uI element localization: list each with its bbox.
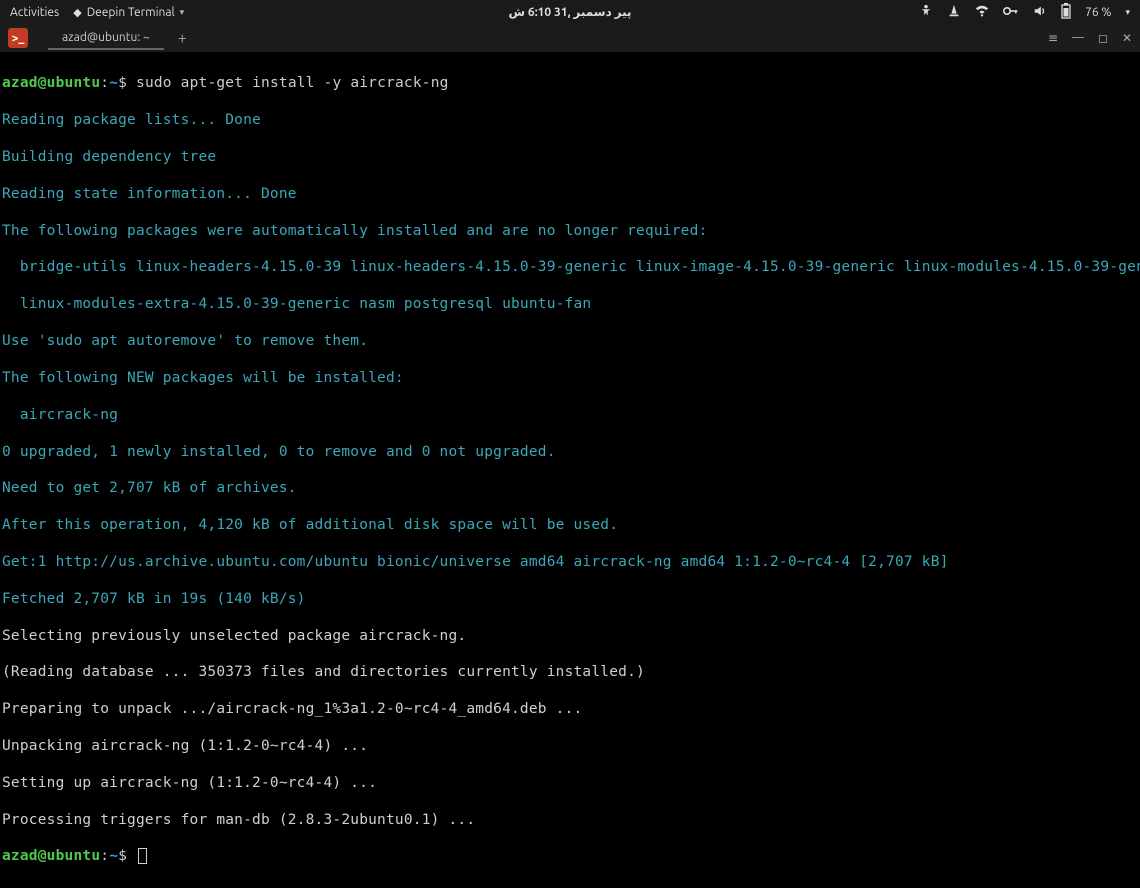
- output-line: Need to get 2,707 kB of archives.: [2, 479, 1138, 497]
- accessibility-icon[interactable]: [919, 4, 933, 21]
- volume-icon[interactable]: [1033, 4, 1047, 21]
- minimize-button[interactable]: —: [1072, 31, 1084, 45]
- output-line: Get:1 http://us.archive.ubuntu.com/ubunt…: [2, 553, 1138, 571]
- new-tab-button[interactable]: +: [178, 29, 187, 47]
- activities-button[interactable]: Activities: [10, 6, 59, 19]
- output-line: 0 upgraded, 1 newly installed, 0 to remo…: [2, 443, 1138, 461]
- output-line: Reading state information... Done: [2, 185, 1138, 203]
- cursor: [138, 848, 147, 864]
- prompt-user: azad: [2, 75, 38, 91]
- close-button[interactable]: ✕: [1122, 31, 1132, 45]
- terminal-small-icon: ◆: [73, 6, 81, 19]
- command-text: sudo apt-get install -y aircrack-ng: [127, 75, 448, 91]
- app-menu-label: Deepin Terminal: [87, 6, 175, 19]
- output-line: Reading package lists... Done: [2, 111, 1138, 129]
- output-line: (Reading database ... 350373 files and d…: [2, 663, 1138, 681]
- vpn-key-icon[interactable]: [1003, 4, 1019, 21]
- output-line: Unpacking aircrack-ng (1:1.2-0~rc4-4) ..…: [2, 737, 1138, 755]
- output-line: aircrack-ng: [2, 406, 1138, 424]
- output-line: Preparing to unpack .../aircrack-ng_1%3a…: [2, 700, 1138, 718]
- battery-percent: 76 %: [1085, 6, 1111, 19]
- clock[interactable]: پیر دسمبر ,31 6:10 ش: [509, 5, 632, 19]
- battery-icon[interactable]: [1061, 3, 1071, 22]
- system-menu-chevron-icon[interactable]: ▾: [1125, 7, 1130, 18]
- gnome-topbar: Activities ◆ Deepin Terminal پیر دسمبر ,…: [0, 0, 1140, 24]
- output-line: Setting up aircrack-ng (1:1.2-0~rc4-4) .…: [2, 774, 1138, 792]
- output-line: Use 'sudo apt autoremove' to remove them…: [2, 332, 1138, 350]
- output-line: The following NEW packages will be insta…: [2, 369, 1138, 387]
- prompt-line-1: azad@ubuntu:~$ sudo apt-get install -y a…: [2, 74, 1138, 92]
- app-menu[interactable]: ◆ Deepin Terminal: [73, 6, 184, 19]
- output-line: After this operation, 4,120 kB of additi…: [2, 516, 1138, 534]
- prompt-line-2: azad@ubuntu:~$: [2, 847, 1138, 865]
- window-titlebar: >_ azad@ubuntu: ~ + ≡ — ◻ ✕: [0, 24, 1140, 52]
- output-line: Processing triggers for man-db (2.8.3-2u…: [2, 811, 1138, 829]
- terminal-tab[interactable]: azad@ubuntu: ~: [48, 27, 164, 50]
- prompt-host: ubuntu: [47, 75, 101, 91]
- output-line: Fetched 2,707 kB in 19s (140 kB/s): [2, 590, 1138, 608]
- output-line: Building dependency tree: [2, 148, 1138, 166]
- output-line: Selecting previously unselected package …: [2, 627, 1138, 645]
- terminal-body[interactable]: azad@ubuntu:~$ sudo apt-get install -y a…: [0, 52, 1140, 888]
- prompt-path: ~: [109, 75, 118, 91]
- maximize-button[interactable]: ◻: [1098, 31, 1108, 45]
- output-line: The following packages were automaticall…: [2, 222, 1138, 240]
- wifi-icon[interactable]: [975, 4, 989, 21]
- output-line: linux-modules-extra-4.15.0-39-generic na…: [2, 295, 1138, 313]
- terminal-app-icon: >_: [8, 28, 28, 48]
- vlc-tray-icon[interactable]: [947, 4, 961, 21]
- output-line: bridge-utils linux-headers-4.15.0-39 lin…: [2, 258, 1138, 276]
- hamburger-menu-icon[interactable]: ≡: [1048, 31, 1058, 45]
